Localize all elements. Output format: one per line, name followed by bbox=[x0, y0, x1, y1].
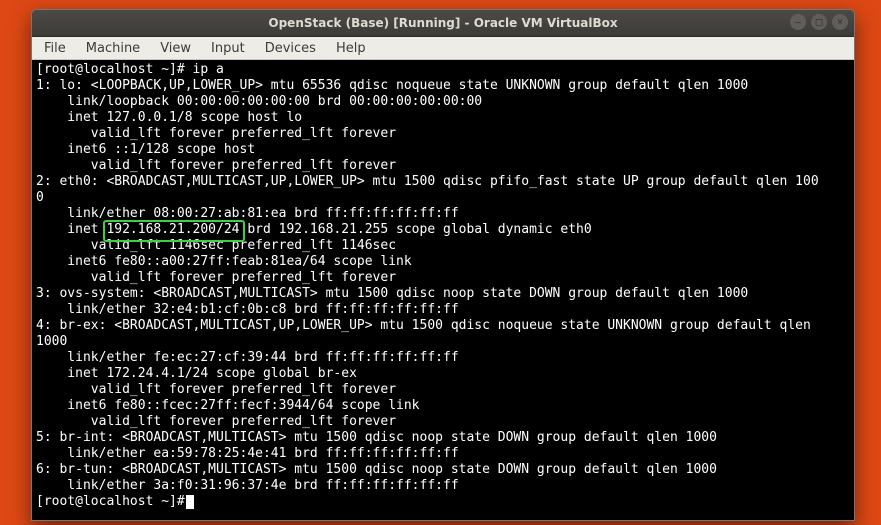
menu-help[interactable]: Help bbox=[326, 39, 376, 58]
terminal-line: inet6 fe80::a00:27ff:feab:81ea/64 scope … bbox=[36, 254, 850, 270]
terminal-line: inet6 fe80::fcec:27ff:fecf:3944/64 scope… bbox=[36, 398, 850, 414]
terminal-line: 6: br-tun: <BROADCAST,MULTICAST> mtu 150… bbox=[36, 462, 850, 478]
vm-window: OpenStack (Base) [Running] - Oracle VM V… bbox=[31, 9, 855, 521]
terminal-line: valid_lft forever preferred_lft forever bbox=[36, 382, 850, 398]
terminal-line: 1000 bbox=[36, 334, 850, 350]
menu-machine[interactable]: Machine bbox=[76, 39, 150, 58]
menu-devices[interactable]: Devices bbox=[255, 39, 326, 58]
terminal-line: valid_lft forever preferred_lft forever bbox=[36, 126, 850, 142]
window-title: OpenStack (Base) [Running] - Oracle VM V… bbox=[268, 16, 617, 30]
terminal-line: valid_lft forever preferred_lft forever bbox=[36, 158, 850, 174]
terminal-line: valid_lft 1146sec preferred_lft 1146sec bbox=[36, 238, 850, 254]
close-icon[interactable]: × bbox=[832, 14, 848, 30]
terminal-line: link/ether 32:e4:b1:cf:0b:c8 brd ff:ff:f… bbox=[36, 302, 850, 318]
terminal-line: link/ether 08:00:27:ab:81:ea brd ff:ff:f… bbox=[36, 206, 850, 222]
terminal-line: link/ether ea:59:78:25:4e:41 brd ff:ff:f… bbox=[36, 446, 850, 462]
terminal-line: [root@localhost ~]# bbox=[36, 494, 850, 510]
terminal-line: 2: eth0: <BROADCAST,MULTICAST,UP,LOWER_U… bbox=[36, 174, 850, 190]
terminal-line: valid_lft forever preferred_lft forever bbox=[36, 270, 850, 286]
window-controls: – ◻ × bbox=[790, 14, 848, 30]
terminal-line: inet6 ::1/128 scope host bbox=[36, 142, 850, 158]
terminal-line: 5: br-int: <BROADCAST,MULTICAST> mtu 150… bbox=[36, 430, 850, 446]
terminal-line: valid_lft forever preferred_lft forever bbox=[36, 414, 850, 430]
terminal-line: 4: br-ex: <BROADCAST,MULTICAST,UP,LOWER_… bbox=[36, 318, 850, 334]
terminal-line: link/ether 3a:f0:31:96:37:4e brd ff:ff:f… bbox=[36, 478, 850, 494]
terminal-line: link/ether fe:ec:27:cf:39:44 brd ff:ff:f… bbox=[36, 350, 850, 366]
minimize-icon[interactable]: – bbox=[790, 14, 806, 30]
menu-input[interactable]: Input bbox=[201, 39, 255, 58]
terminal-line: 3: ovs-system: <BROADCAST,MULTICAST> mtu… bbox=[36, 286, 850, 302]
maximize-icon[interactable]: ◻ bbox=[811, 14, 827, 30]
terminal-line: inet 172.24.4.1/24 scope global br-ex bbox=[36, 366, 850, 382]
titlebar[interactable]: OpenStack (Base) [Running] - Oracle VM V… bbox=[32, 10, 854, 37]
menu-file[interactable]: File bbox=[34, 39, 76, 58]
cursor bbox=[186, 495, 194, 509]
menu-view[interactable]: View bbox=[150, 39, 201, 58]
terminal-line: link/loopback 00:00:00:00:00:00 brd 00:0… bbox=[36, 94, 850, 110]
terminal-line: inet 192.168.21.200/24 brd 192.168.21.25… bbox=[36, 222, 850, 238]
menubar: File Machine View Input Devices Help bbox=[32, 37, 854, 60]
terminal[interactable]: [root@localhost ~]# ip a1: lo: <LOOPBACK… bbox=[32, 60, 854, 520]
terminal-line: 0 bbox=[36, 190, 850, 206]
terminal-line: inet 127.0.0.1/8 scope host lo bbox=[36, 110, 850, 126]
terminal-line: [root@localhost ~]# ip a bbox=[36, 62, 850, 78]
terminal-line: 1: lo: <LOOPBACK,UP,LOWER_UP> mtu 65536 … bbox=[36, 78, 850, 94]
